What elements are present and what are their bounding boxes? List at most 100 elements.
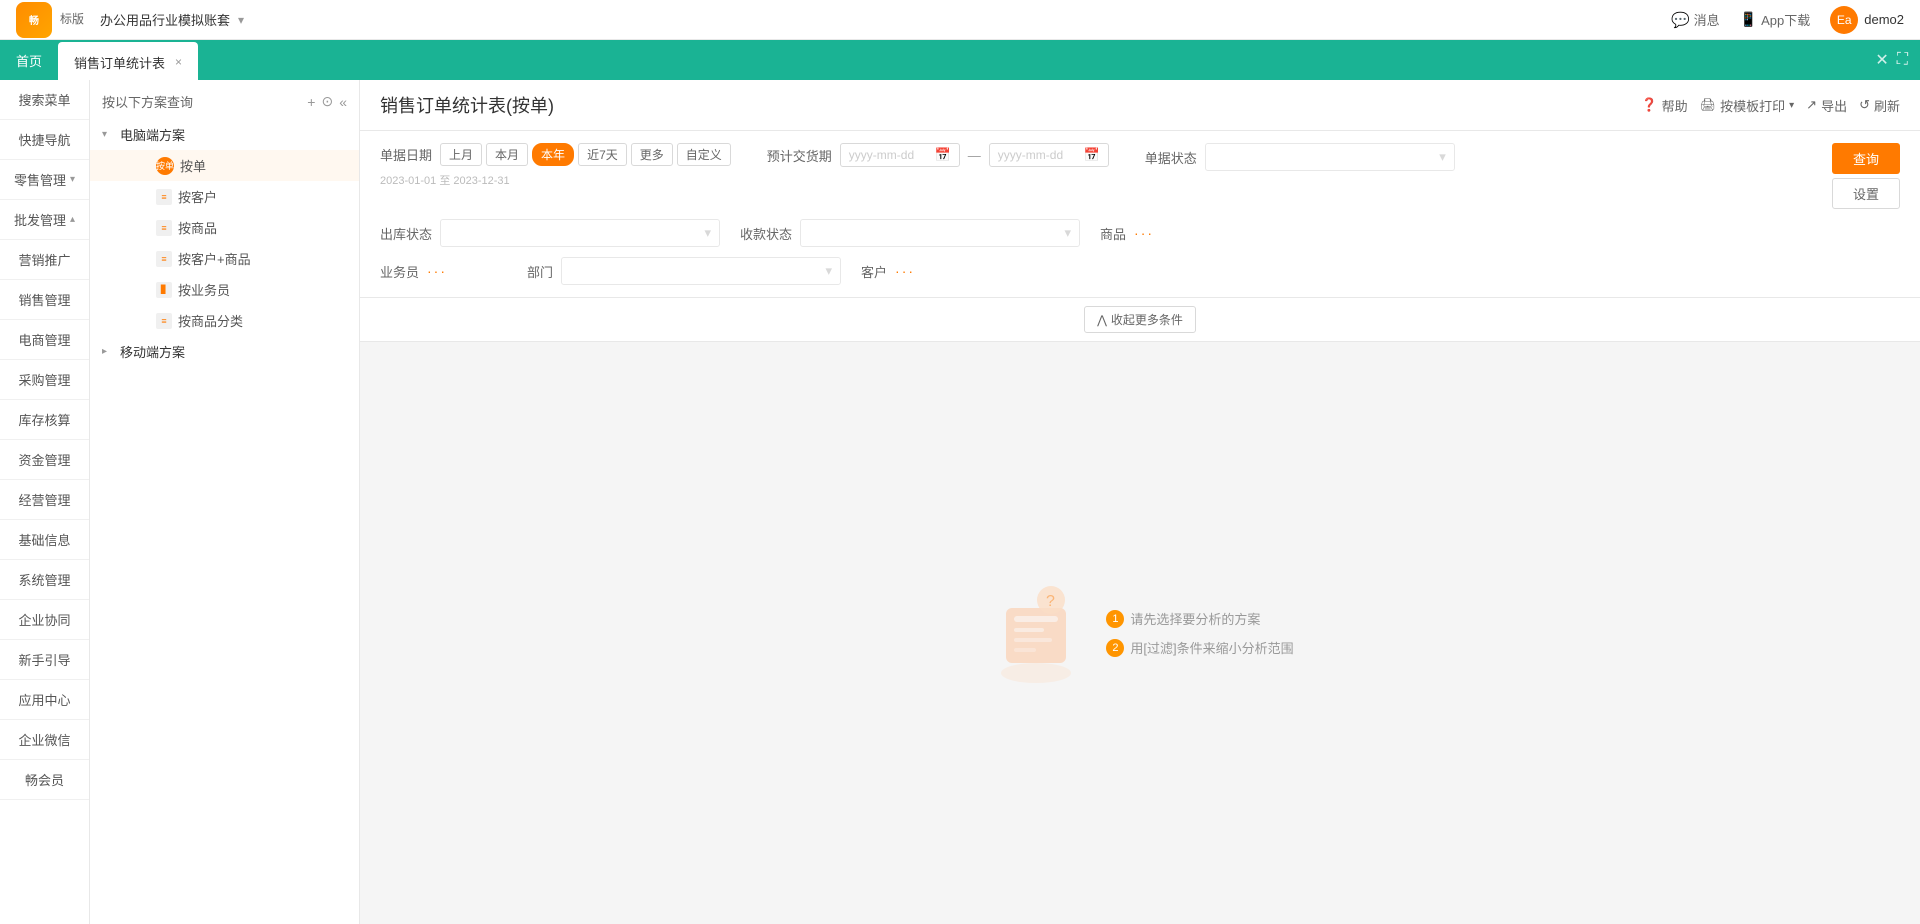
left-panel-title: 按以下方案查询 (102, 92, 193, 111)
collapse-bar: ⋀ 收起更多条件 (360, 298, 1920, 342)
empty-hint-2: 2 用[过滤]条件来缩小分析范围 (1106, 638, 1293, 657)
tree-item-by-customer[interactable]: ≡ 按客户 (90, 181, 359, 212)
message-action[interactable]: 💬 消息 (1671, 10, 1720, 29)
by-customer-icon: ≡ (156, 189, 172, 205)
refresh-action[interactable]: ↺ 刷新 (1859, 96, 1900, 115)
tree-item-by-product[interactable]: ≡ 按商品 (90, 212, 359, 243)
help-action[interactable]: ❓ 帮助 (1641, 96, 1687, 115)
top-bar-left: 畅 标版 办公用品行业模拟账套 ▾ (16, 2, 244, 38)
date-btn-this-year[interactable]: 本年 (532, 143, 574, 166)
add-plan-icon[interactable]: + (307, 94, 315, 110)
main-panel: 销售订单统计表(按单) ❓ 帮助 🖨 按模板打印 ▾ ↗ 导出 (360, 80, 1920, 924)
sidebar-item-newbie[interactable]: 新手引导 (0, 640, 89, 680)
tree-group-pc-plan[interactable]: ▾ 电脑端方案 (90, 119, 359, 150)
date-btn-more[interactable]: 更多 (631, 143, 673, 166)
sidebar-item-operations[interactable]: 经营管理 (0, 480, 89, 520)
page-header-actions: ❓ 帮助 🖨 按模板打印 ▾ ↗ 导出 ↺ 刷新 (1641, 96, 1900, 115)
sidebar-item-wholesale-mgmt[interactable]: 批发管理 ▴ (0, 200, 89, 240)
product-label: 商品 (1100, 224, 1126, 243)
payment-status-label: 收款状态 (740, 224, 792, 243)
customer-dots-icon[interactable]: ··· (895, 263, 915, 279)
sidebar-item-quick-nav[interactable]: 快捷导航 (0, 120, 89, 160)
brand-name: 标版 (60, 12, 84, 26)
delivery-status-label: 出库状态 (380, 224, 432, 243)
refresh-icon: ↺ (1859, 97, 1870, 113)
department-dropdown[interactable]: ▾ (561, 257, 841, 285)
tab-expand-icon[interactable]: ⛶ (1897, 51, 1908, 69)
estimated-delivery-label: 预计交货期 (767, 146, 832, 165)
settings-button[interactable]: 设置 (1832, 178, 1900, 209)
tree-item-by-salesperson[interactable]: ▊ 按业务员 (90, 274, 359, 305)
salesperson-dots-icon[interactable]: ··· (427, 263, 447, 279)
query-button[interactable]: 查询 (1832, 143, 1900, 174)
tree-item-label: 按业务员 (178, 280, 230, 299)
content-area: 按以下方案查询 + ⊙ « ▾ 电脑端方案 按单 按单 ≡ (90, 80, 1920, 924)
calendar-end-icon: 📅 (1084, 147, 1100, 163)
workspace-arrow[interactable]: ▾ (238, 13, 244, 27)
workspace-name: 办公用品行业模拟账套 (100, 10, 230, 29)
tree-group-mobile-plan[interactable]: ▸ 移动端方案 (90, 336, 359, 367)
sidebar-item-sales-mgmt[interactable]: 销售管理 (0, 280, 89, 320)
tab-sales-stats[interactable]: 销售订单统计表 × (58, 42, 198, 82)
export-action[interactable]: ↗ 导出 (1806, 96, 1847, 115)
date-sub-info: 2023-01-01 至 2023-12-31 (380, 172, 731, 188)
sidebar-item-app-center[interactable]: 应用中心 (0, 680, 89, 720)
tree-item-by-customer-product[interactable]: ≡ 按客户+商品 (90, 243, 359, 274)
sidebar-item-enterprise-wechat[interactable]: 企业微信 (0, 720, 89, 760)
date-btn-this-month[interactable]: 本月 (486, 143, 528, 166)
order-status-dropdown[interactable]: ▾ (1205, 143, 1455, 171)
date-btn-last-month[interactable]: 上月 (440, 143, 482, 166)
sidebar-item-system[interactable]: 系统管理 (0, 560, 89, 600)
sidebar-item-retail-mgmt[interactable]: 零售管理 ▾ (0, 160, 89, 200)
sidebar-item-purchase[interactable]: 采购管理 (0, 360, 89, 400)
sidebar-item-finance[interactable]: 资金管理 (0, 440, 89, 480)
empty-hint-1: 1 请先选择要分析的方案 (1106, 609, 1293, 628)
date-end-input[interactable]: yyyy-mm-dd 📅 (989, 143, 1109, 167)
top-bar: 畅 标版 办公用品行业模拟账套 ▾ 💬 消息 📱 App下载 Ea demo2 (0, 0, 1920, 40)
tab-home[interactable]: 首页 (0, 40, 58, 80)
sidebar-item-enterprise[interactable]: 企业协同 (0, 600, 89, 640)
tree-item-label: 按商品 (178, 218, 217, 237)
app-download-action[interactable]: 📱 App下载 (1740, 10, 1811, 29)
tab-close-window-icon[interactable]: ✕ (1875, 50, 1888, 70)
username-label: demo2 (1864, 12, 1904, 27)
collapse-icon: ⋀ (1097, 313, 1107, 327)
edit-plan-icon[interactable]: ⊙ (321, 93, 333, 110)
salesperson-label: 业务员 (380, 262, 419, 281)
by-salesperson-icon: ▊ (156, 282, 172, 298)
by-order-icon: 按单 (156, 157, 174, 175)
tree-group-label: 电脑端方案 (120, 125, 185, 144)
filter-area: 单据日期 上月 本月 本年 近7天 更多 自定义 2023-01-01 至 20… (360, 131, 1920, 298)
date-btn-custom[interactable]: 自定义 (677, 143, 731, 166)
template-print-action[interactable]: 🖨 按模板打印 ▾ (1700, 96, 1795, 115)
left-panel: 按以下方案查询 + ⊙ « ▾ 电脑端方案 按单 按单 ≡ (90, 80, 360, 924)
avatar: Ea (1830, 6, 1858, 34)
tree-item-by-category[interactable]: ≡ 按商品分类 (90, 305, 359, 336)
sidebar-item-membership[interactable]: 畅会员 (0, 760, 89, 800)
empty-state: ? 1 请先选择要分析的方案 2 用[过滤]条件来缩小分析范围 (986, 578, 1293, 688)
tab-close-icon[interactable]: × (175, 55, 182, 69)
delivery-status-dropdown[interactable]: ▾ (440, 219, 720, 247)
payment-status-arrow-icon: ▾ (1065, 225, 1072, 241)
department-label: 部门 (527, 262, 553, 281)
payment-status-dropdown[interactable]: ▾ (800, 219, 1080, 247)
sidebar-item-search-menu[interactable]: 搜索菜单 (0, 80, 89, 120)
sidebar-item-basic-info[interactable]: 基础信息 (0, 520, 89, 560)
collapse-panel-icon[interactable]: « (339, 94, 347, 110)
department-arrow-icon: ▾ (826, 263, 833, 279)
sidebar-item-marketing[interactable]: 营销推广 (0, 240, 89, 280)
user-profile[interactable]: Ea demo2 (1830, 6, 1904, 34)
sidebar-item-inventory[interactable]: 库存核算 (0, 400, 89, 440)
empty-hints: 1 请先选择要分析的方案 2 用[过滤]条件来缩小分析范围 (1106, 609, 1293, 657)
by-category-icon: ≡ (156, 313, 172, 329)
product-dots-icon[interactable]: ··· (1134, 225, 1154, 241)
data-area: ? 1 请先选择要分析的方案 2 用[过滤]条件来缩小分析范围 (360, 342, 1920, 924)
date-start-input[interactable]: yyyy-mm-dd 📅 (840, 143, 960, 167)
page-header: 销售订单统计表(按单) ❓ 帮助 🖨 按模板打印 ▾ ↗ 导出 (360, 80, 1920, 131)
sidebar-item-ecommerce[interactable]: 电商管理 (0, 320, 89, 360)
date-btn-last-7-days[interactable]: 近7天 (578, 143, 627, 166)
collapse-button[interactable]: ⋀ 收起更多条件 (1084, 306, 1196, 333)
tree-item-by-order[interactable]: 按单 按单 (90, 150, 359, 181)
empty-illustration: ? (986, 578, 1086, 688)
tree-group-label: 移动端方案 (120, 342, 185, 361)
